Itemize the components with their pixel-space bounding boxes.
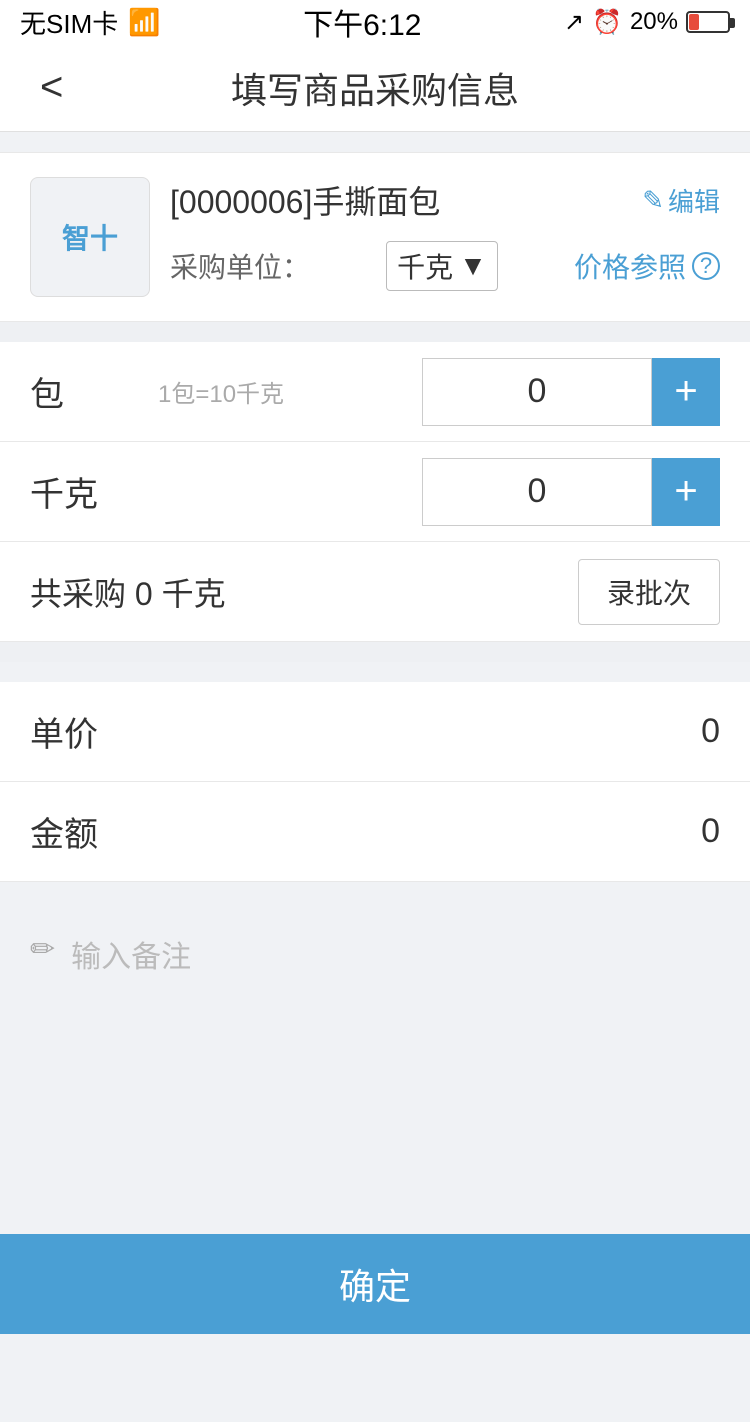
status-left: 无SIM卡 📶 <box>20 4 161 41</box>
location-icon: ↗ <box>564 8 584 37</box>
amount-row: 金额 0 <box>0 782 750 882</box>
pencil-icon: ✏ <box>30 932 55 967</box>
batch-button[interactable]: 录批次 <box>578 559 720 625</box>
alarm-icon: ⏰ <box>592 8 622 37</box>
kg-plus-button[interactable]: + <box>652 458 720 526</box>
edit-button[interactable]: ✎ 编辑 <box>642 182 720 219</box>
kg-quantity-input[interactable] <box>422 458 652 526</box>
battery-percent: 20% <box>630 8 678 36</box>
bag-label: 包 <box>30 367 150 416</box>
unit-label: 采购单位： <box>170 246 310 286</box>
page-title: 填写商品采购信息 <box>231 62 519 114</box>
wifi-icon: 📶 <box>128 7 160 38</box>
product-logo: 智十 <box>62 217 118 257</box>
price-section: 单价 0 金额 0 <box>0 682 750 882</box>
unit-price-row: 单价 0 <box>0 682 750 782</box>
status-time: 下午6:12 <box>303 0 421 44</box>
status-right: ↗ ⏰ 20% <box>564 8 730 37</box>
product-info: [0000006]手撕面包 ✎ 编辑 采购单位： 千克 ▼ 价格参照 ? <box>170 177 720 291</box>
nav-bar: < 填写商品采购信息 <box>0 44 750 132</box>
product-name-row: [0000006]手撕面包 ✎ 编辑 <box>170 177 720 223</box>
bag-sublabel: 1包=10千克 <box>158 374 422 409</box>
divider-2 <box>0 642 750 662</box>
divider-1 <box>0 322 750 342</box>
info-icon: ? <box>692 252 720 280</box>
total-text: 共采购 0 千克 <box>30 569 226 615</box>
bag-quantity-input[interactable] <box>422 358 652 426</box>
product-name: [0000006]手撕面包 <box>170 177 440 223</box>
product-image: 智十 <box>30 177 150 297</box>
back-button[interactable]: < <box>30 55 73 120</box>
remark-input[interactable]: 输入备注 <box>71 932 191 976</box>
amount-value: 0 <box>701 812 720 851</box>
unit-select[interactable]: 千克 ▼ <box>386 241 498 291</box>
bag-input-control: + <box>422 358 720 426</box>
battery-icon <box>686 11 730 33</box>
unit-price-value: 0 <box>701 712 720 751</box>
edit-icon: ✎ <box>642 185 664 216</box>
bag-input-row: 包 1包=10千克 + <box>0 342 750 442</box>
unit-row: 采购单位： 千克 ▼ 价格参照 ? <box>170 241 720 291</box>
chevron-down-icon: ▼ <box>459 250 487 282</box>
status-bar: 无SIM卡 📶 下午6:12 ↗ ⏰ 20% <box>0 0 750 44</box>
bag-plus-button[interactable]: + <box>652 358 720 426</box>
input-section: 包 1包=10千克 + 千克 + <box>0 342 750 542</box>
kg-label: 千克 <box>30 467 150 516</box>
remark-section[interactable]: ✏ 输入备注 <box>0 902 750 1102</box>
carrier-label: 无SIM卡 <box>20 4 118 41</box>
amount-label: 金额 <box>30 807 98 856</box>
kg-input-control: + <box>422 458 720 526</box>
total-row: 共采购 0 千克 录批次 <box>0 542 750 642</box>
product-card: 智十 [0000006]手撕面包 ✎ 编辑 采购单位： 千克 ▼ 价格参照 ? <box>0 152 750 322</box>
price-ref-button[interactable]: 价格参照 ? <box>574 246 720 286</box>
unit-price-label: 单价 <box>30 707 98 756</box>
confirm-button[interactable]: 确定 <box>0 1234 750 1334</box>
kg-input-row: 千克 + <box>0 442 750 542</box>
